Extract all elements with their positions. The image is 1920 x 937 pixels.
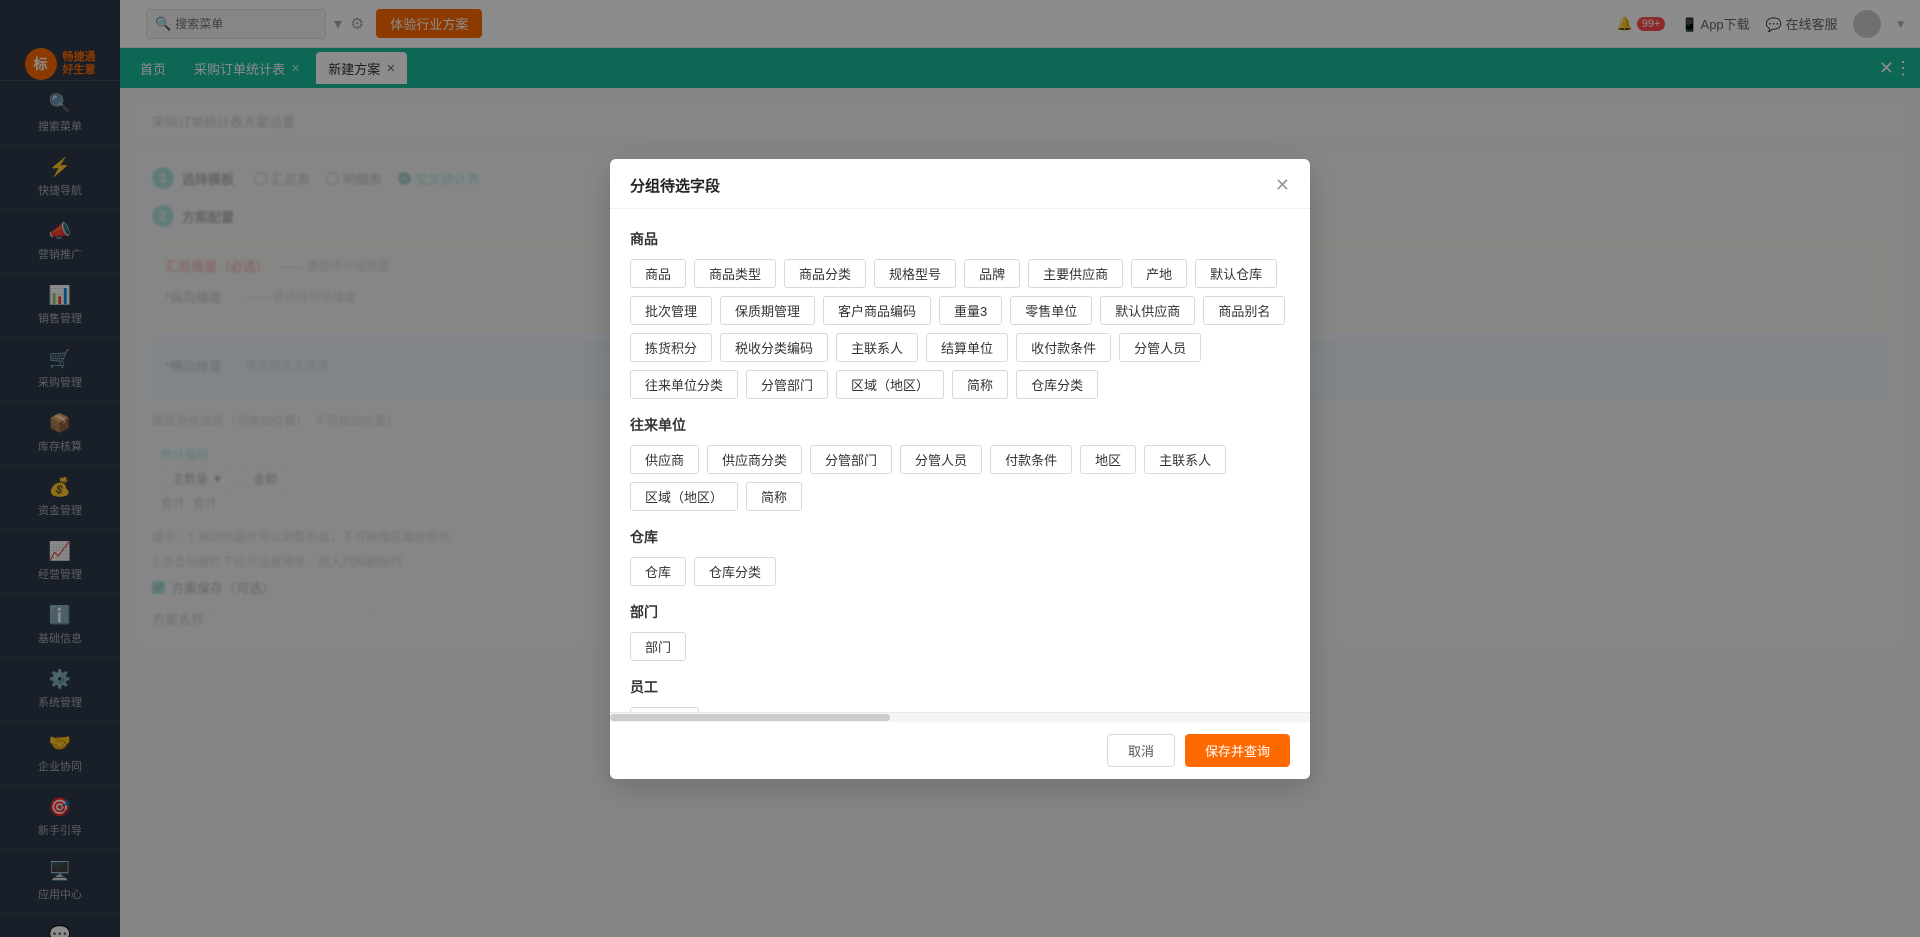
- tag-item-3-0[interactable]: 部门: [630, 632, 686, 661]
- tag-item-0-7[interactable]: 默认仓库: [1195, 259, 1277, 288]
- tag-item-0-5[interactable]: 主要供应商: [1028, 259, 1123, 288]
- modal-overlay: 分组待选字段 ✕ 商品商品商品类型商品分类规格型号品牌主要供应商产地默认仓库批次…: [0, 0, 1920, 937]
- tag-item-0-19[interactable]: 收付款条件: [1016, 333, 1111, 362]
- tag-item-0-25[interactable]: 仓库分类: [1016, 370, 1098, 399]
- tag-item-0-10[interactable]: 客户商品编码: [823, 296, 931, 325]
- tag-item-0-3[interactable]: 规格型号: [874, 259, 956, 288]
- save-query-button[interactable]: 保存并查询: [1185, 734, 1290, 767]
- tag-item-0-21[interactable]: 往来单位分类: [630, 370, 738, 399]
- tag-item-0-2[interactable]: 商品分类: [784, 259, 866, 288]
- tag-group-1: 供应商供应商分类分管部门分管人员付款条件地区主联系人区域（地区） 简称: [630, 445, 1290, 511]
- cancel-button[interactable]: 取消: [1107, 734, 1175, 767]
- tag-item-0-13[interactable]: 默认供应商: [1100, 296, 1195, 325]
- tag-item-0-8[interactable]: 批次管理: [630, 296, 712, 325]
- tag-item-0-1[interactable]: 商品类型: [694, 259, 776, 288]
- tag-item-0-0[interactable]: 商品: [630, 259, 686, 288]
- tag-item-0-22[interactable]: 分管部门: [746, 370, 828, 399]
- tag-item-1-1[interactable]: 供应商分类: [707, 445, 802, 474]
- tag-item-0-12[interactable]: 零售单位: [1010, 296, 1092, 325]
- tag-item-0-6[interactable]: 产地: [1131, 259, 1187, 288]
- tag-item-1-7[interactable]: 区域（地区）: [630, 482, 738, 511]
- tag-item-1-4[interactable]: 付款条件: [990, 445, 1072, 474]
- tag-item-1-8[interactable]: 简称: [746, 482, 802, 511]
- tag-item-0-23[interactable]: 区域（地区）: [836, 370, 944, 399]
- modal-footer: 取消 保存并查询: [610, 721, 1310, 779]
- tag-item-0-9[interactable]: 保质期管理: [720, 296, 815, 325]
- modal-body[interactable]: 商品商品商品类型商品分类规格型号品牌主要供应商产地默认仓库批次管理保质期管理客户…: [610, 209, 1310, 713]
- modal: 分组待选字段 ✕ 商品商品商品类型商品分类规格型号品牌主要供应商产地默认仓库批次…: [610, 159, 1310, 779]
- tag-item-1-6[interactable]: 主联系人: [1144, 445, 1226, 474]
- section-title-2: 仓库: [630, 527, 1290, 547]
- tag-item-0-20[interactable]: 分管人员: [1119, 333, 1201, 362]
- tag-item-2-0[interactable]: 仓库: [630, 557, 686, 586]
- tag-item-0-24[interactable]: 简称: [952, 370, 1008, 399]
- tag-item-0-14[interactable]: 商品别名: [1203, 296, 1285, 325]
- tag-item-0-4[interactable]: 品牌: [964, 259, 1020, 288]
- tag-group-2: 仓库仓库分类: [630, 557, 1290, 586]
- section-title-3: 部门: [630, 602, 1290, 622]
- modal-header: 分组待选字段 ✕: [610, 159, 1310, 209]
- tag-item-1-3[interactable]: 分管人员: [900, 445, 982, 474]
- tag-group-3: 部门: [630, 632, 1290, 661]
- tag-item-1-2[interactable]: 分管部门: [810, 445, 892, 474]
- modal-hscroll[interactable]: [610, 712, 1310, 720]
- section-title-4: 员工: [630, 677, 1290, 697]
- tag-item-0-11[interactable]: 重量3: [939, 296, 1002, 325]
- section-title-1: 往来单位: [630, 415, 1290, 435]
- tag-group-0: 商品商品类型商品分类规格型号品牌主要供应商产地默认仓库批次管理保质期管理客户商品…: [630, 259, 1290, 399]
- tag-item-0-18[interactable]: 结算单位: [926, 333, 1008, 362]
- tag-item-0-17[interactable]: 主联系人: [836, 333, 918, 362]
- tag-item-0-16[interactable]: 税收分类编码: [720, 333, 828, 362]
- modal-title: 分组待选字段: [630, 175, 720, 196]
- tag-item-1-0[interactable]: 供应商: [630, 445, 699, 474]
- tag-item-0-15[interactable]: 拣货积分: [630, 333, 712, 362]
- modal-close-button[interactable]: ✕: [1275, 175, 1290, 196]
- tag-item-1-5[interactable]: 地区: [1080, 445, 1136, 474]
- tag-item-2-1[interactable]: 仓库分类: [694, 557, 776, 586]
- section-title-0: 商品: [630, 229, 1290, 249]
